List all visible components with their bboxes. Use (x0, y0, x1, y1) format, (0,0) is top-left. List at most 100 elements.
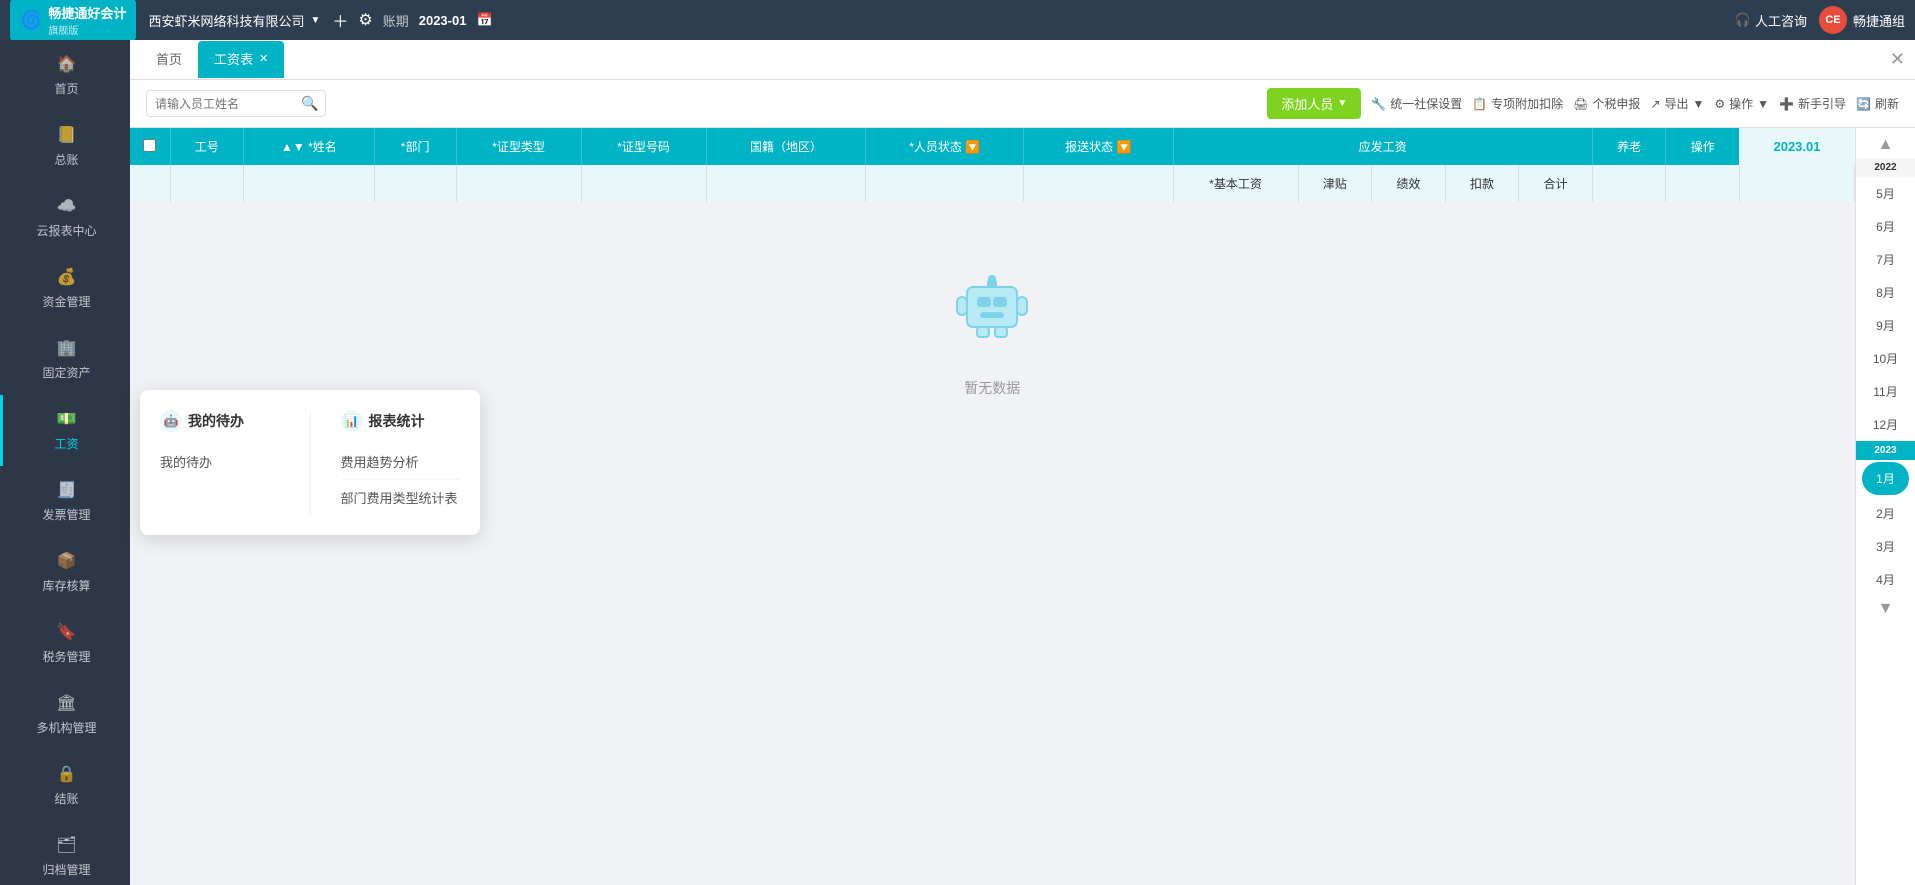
sidebar-item-archive[interactable]: 🗂 归档管理 (0, 821, 130, 885)
refresh-btn[interactable]: 🔄 刷新 (1856, 95, 1899, 112)
th-deduct: 扣款 (1445, 165, 1519, 202)
sidebar-item-inventory[interactable]: 📦 库存核算 (0, 537, 130, 608)
tab-close-icon[interactable]: ✕ (259, 52, 268, 65)
empty-illustration (952, 262, 1032, 342)
month-2023-2[interactable]: 2月 (1856, 497, 1915, 530)
th-id-type: *证型类型 (456, 128, 581, 165)
year-2023-label: 2023 (1856, 441, 1915, 460)
operate-label: 操作 (1729, 95, 1753, 112)
operate-caret-icon: ▼ (1757, 97, 1769, 111)
pending-title: 我的待办 (188, 411, 244, 431)
sidebar-label-salary: 工资 (54, 435, 78, 452)
social-insurance-btn[interactable]: 🔧 统一社保设置 (1371, 95, 1462, 112)
calendar-icon[interactable]: 📅 (476, 12, 492, 28)
sidebar-label-ledger: 总账 (54, 151, 78, 168)
personal-tax-btn[interactable]: 🖨 个税申报 (1573, 95, 1640, 112)
sidebar-item-multi-org[interactable]: 🏛 多机构管理 (0, 679, 130, 750)
popup-item-expense-trend[interactable]: 费用趋势分析 (341, 444, 461, 480)
th-sub-empty7 (706, 165, 866, 202)
th-sub-empty3 (244, 165, 375, 202)
th-checkbox[interactable] (130, 128, 170, 165)
logo-text: 畅捷通好会计 (48, 3, 126, 22)
logo-sub: 旗舰版 (48, 22, 126, 37)
th-dept: *部门 (374, 128, 456, 165)
month-2023-1[interactable]: 1月 (1862, 462, 1909, 495)
avatar: CE (1819, 6, 1847, 34)
popup-item-my-pending[interactable]: 我的待办 (160, 444, 280, 479)
chevron-down-icon: ▼ (310, 15, 320, 26)
month-2022-11[interactable]: 11月 (1856, 375, 1915, 408)
search-icon: 🔍 (301, 95, 318, 112)
month-2022-10[interactable]: 10月 (1856, 342, 1915, 375)
month-2022-8[interactable]: 8月 (1856, 276, 1915, 309)
month-2022-5[interactable]: 5月 (1856, 177, 1915, 210)
tab-salary-table[interactable]: 工资表 ✕ (198, 41, 284, 78)
operate-btn[interactable]: ⚙ 操作 ▼ (1714, 95, 1769, 112)
month-2022-6[interactable]: 6月 (1856, 210, 1915, 243)
th-period: 2023.01 (1739, 128, 1854, 165)
company-selector[interactable]: 西安虾米网络科技有限公司 ▼ (148, 11, 320, 30)
sidebar-label-close: 结账 (54, 790, 78, 807)
tab-bar: 首页 工资表 ✕ ✕ (130, 40, 1915, 80)
month-2023-3[interactable]: 3月 (1856, 530, 1915, 563)
th-name: ▲▼ *姓名 (244, 128, 375, 165)
social-label: 统一社保设置 (1390, 95, 1462, 112)
support-label: 人工咨询 (1755, 11, 1807, 30)
add-person-button[interactable]: 添加人员 ▼ (1267, 88, 1361, 119)
headset-icon: 🎧 (1735, 12, 1751, 28)
search-wrap: 🔍 (146, 90, 326, 117)
sidebar-item-fund[interactable]: 💰 资金管理 (0, 253, 130, 324)
org-icon: 🏛 (56, 693, 76, 713)
logo-area: 🌀 畅捷通好会计 旗舰版 (10, 0, 136, 41)
add-icon[interactable]: ＋ (332, 8, 348, 32)
tab-salary-label: 工资表 (214, 49, 253, 68)
export-btn[interactable]: ↗ 导出 ▼ (1650, 95, 1704, 112)
panel-up-icon[interactable]: ▲ (1874, 132, 1898, 158)
month-2022-12[interactable]: 12月 (1856, 408, 1915, 441)
panel-down-icon[interactable]: ▼ (1874, 596, 1898, 622)
popup-col-pending: 🤖 我的待办 我的待办 (160, 410, 280, 515)
sidebar-item-ledger[interactable]: 📒 总账 (0, 111, 130, 182)
popup-item-dept-expense[interactable]: 部门费用类型统计表 (341, 480, 461, 515)
search-input[interactable] (155, 97, 295, 111)
th-total: 合计 (1519, 165, 1593, 202)
guide-label: 新手引导 (1798, 95, 1846, 112)
th-salary-group: 应发工资 (1173, 128, 1592, 165)
tab-home-label: 首页 (156, 49, 182, 68)
sidebar-item-tax[interactable]: 🔖 税务管理 (0, 608, 130, 679)
popup-divider (310, 410, 311, 515)
month-2022-9[interactable]: 9月 (1856, 309, 1915, 342)
th-operate: 操作 (1666, 128, 1740, 165)
settings-icon[interactable]: ⚙ (358, 10, 372, 30)
empty-text: 暂无数据 (964, 378, 1020, 398)
popup-col-report: 📊 报表统计 费用趋势分析 部门费用类型统计表 (341, 410, 461, 515)
tab-home[interactable]: 首页 (140, 41, 198, 78)
sidebar-item-cloud-report[interactable]: ☁️ 云报表中心 (0, 182, 130, 253)
th-country: 国籍（地区） (706, 128, 866, 165)
month-2022-7[interactable]: 7月 (1856, 243, 1915, 276)
sidebar-item-fixed-assets[interactable]: 🏢 固定资产 (0, 324, 130, 395)
special-deduction-btn[interactable]: 📋 专项附加扣除 (1472, 95, 1563, 112)
top-bar: 🌀 畅捷通好会计 旗舰版 西安虾米网络科技有限公司 ▼ ＋ ⚙ 账期 2023-… (0, 0, 1915, 40)
month-2023-4[interactable]: 4月 (1856, 563, 1915, 596)
th-allowance: 津贴 (1298, 165, 1372, 202)
sidebar-item-invoice[interactable]: 🧾 发票管理 (0, 466, 130, 537)
refresh-label: 刷新 (1875, 95, 1899, 112)
sidebar-item-salary[interactable]: 💵 工资 (0, 395, 130, 466)
popup-col-title-pending: 🤖 我的待办 (160, 410, 280, 432)
sidebar-label-inventory: 库存核算 (42, 577, 90, 594)
select-all-checkbox[interactable] (143, 139, 156, 152)
deduction-label: 专项附加扣除 (1491, 95, 1563, 112)
user-area[interactable]: CE 畅捷通组 (1819, 6, 1905, 34)
social-icon: 🔧 (1371, 97, 1386, 111)
sidebar-item-close[interactable]: 🔒 结账 (0, 750, 130, 821)
guide-btn[interactable]: ➕ 新手引导 (1779, 95, 1846, 112)
th-status: *人员状态 🔽 (866, 128, 1024, 165)
sidebar-item-home[interactable]: 🏠 首页 (0, 40, 130, 111)
close-panel-icon[interactable]: ✕ (1890, 49, 1905, 70)
th-pension: 养老 (1592, 128, 1666, 165)
report-title: 报表统计 (369, 411, 425, 431)
support-btn[interactable]: 🎧 人工咨询 (1735, 11, 1807, 30)
th-id-no: *证型号码 (581, 128, 706, 165)
th-sub-empty5 (456, 165, 581, 202)
